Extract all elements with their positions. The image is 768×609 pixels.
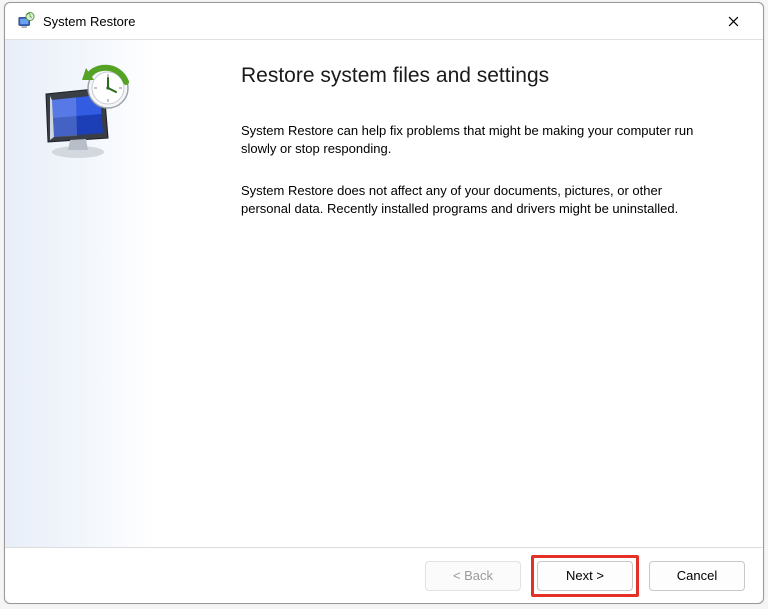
close-icon (728, 16, 739, 27)
wizard-body: Restore system files and settings System… (5, 39, 763, 547)
wizard-footer: < Back Next > Cancel (5, 547, 763, 603)
page-heading: Restore system files and settings (241, 64, 711, 88)
system-restore-window: System Restore (4, 2, 764, 604)
window-title: System Restore (43, 14, 711, 29)
system-restore-icon (17, 12, 35, 30)
cancel-button[interactable]: Cancel (649, 561, 745, 591)
titlebar: System Restore (5, 3, 763, 39)
wizard-content: Restore system files and settings System… (157, 40, 763, 547)
next-button[interactable]: Next > (537, 561, 633, 591)
intro-paragraph-1: System Restore can help fix problems tha… (241, 122, 711, 158)
back-button: < Back (425, 561, 521, 591)
restore-monitor-icon (26, 60, 136, 160)
wizard-sidebar (5, 40, 157, 547)
close-button[interactable] (711, 6, 755, 36)
next-button-highlight: Next > (531, 555, 639, 597)
intro-paragraph-2: System Restore does not affect any of yo… (241, 182, 711, 218)
